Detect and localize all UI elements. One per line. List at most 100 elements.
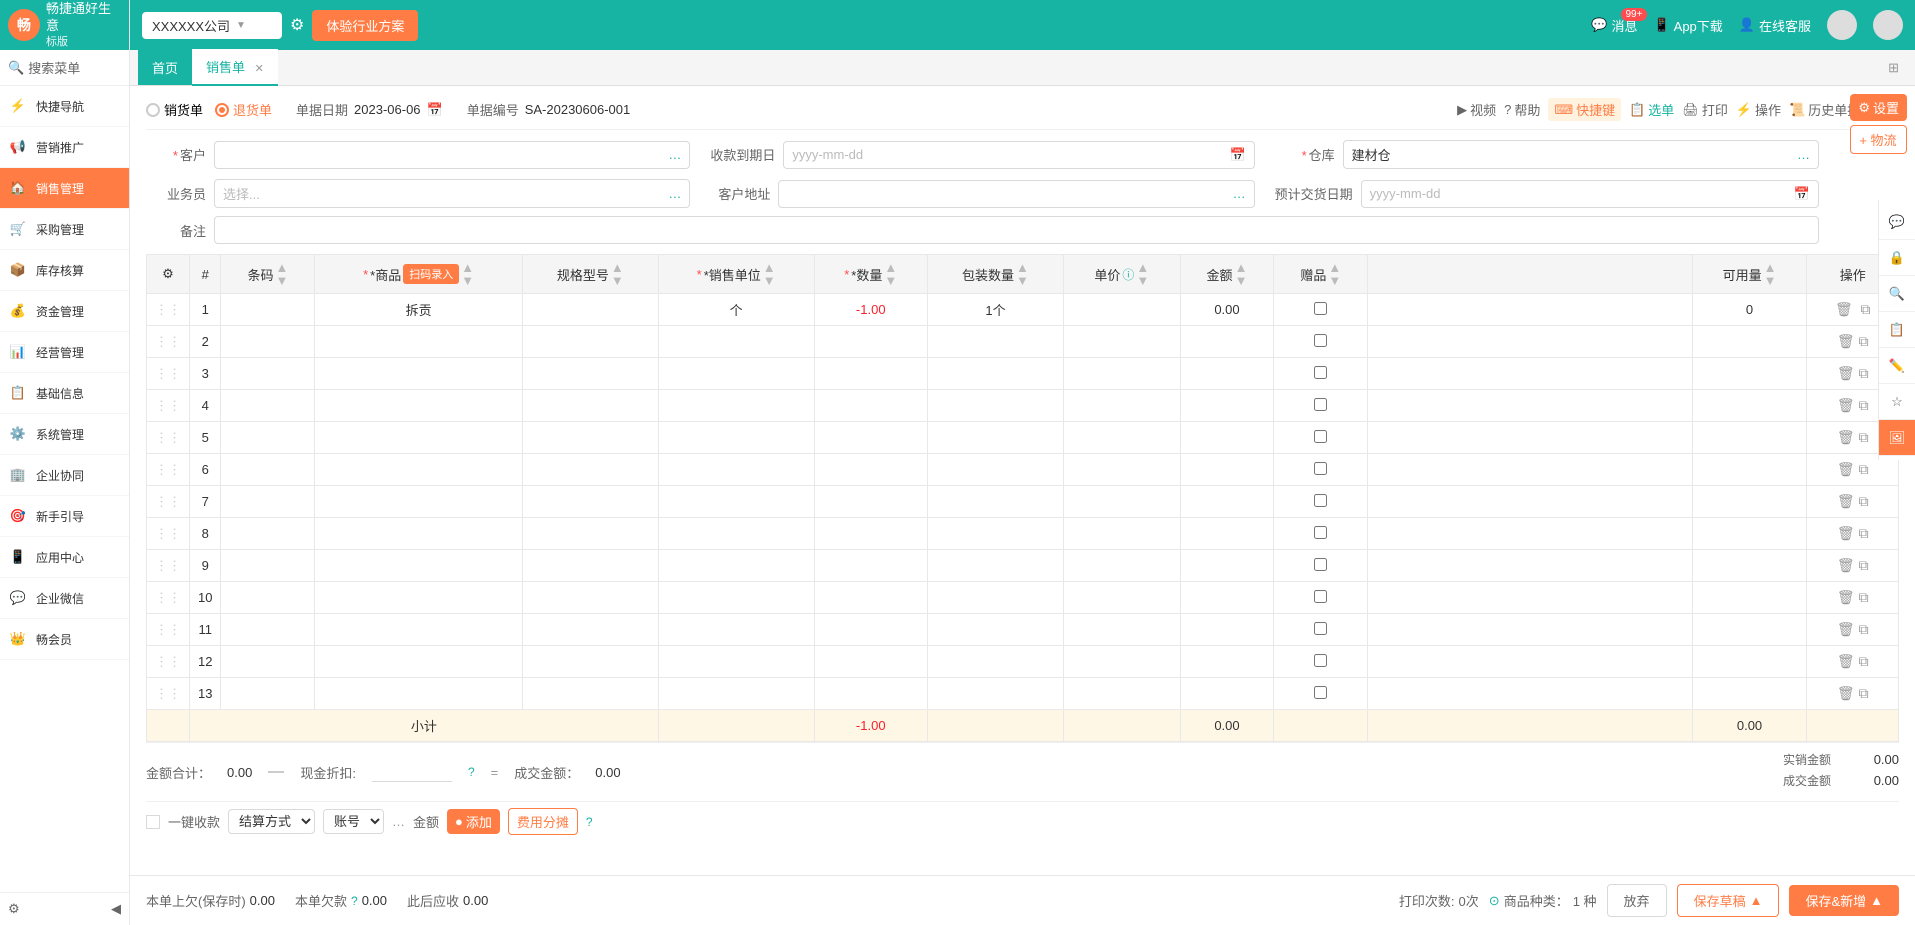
company-selector[interactable]: XXXXXX公司 ▼ (142, 12, 282, 39)
add-payment-button[interactable]: ● 添加 (447, 809, 500, 834)
total-owe-question-icon[interactable]: ? (351, 894, 358, 908)
sidebar-item-base[interactable]: 📋 基础信息 (0, 373, 129, 414)
customer-dots-icon[interactable]: … (668, 147, 681, 162)
customer-addr-input[interactable]: … (778, 180, 1254, 208)
sidebar-item-inventory[interactable]: 📦 库存核算 (0, 250, 129, 291)
save-new-button[interactable]: 保存&新增 ▲ (1789, 885, 1899, 916)
tab-sales-order[interactable]: 销售单 ✕ (192, 49, 278, 86)
sidebar-item-quick-nav[interactable]: ⚡ 快捷导航 (0, 86, 129, 127)
tab-close-icon[interactable]: ✕ (255, 63, 264, 75)
sidebar-item-finance[interactable]: 💰 资金管理 (0, 291, 129, 332)
delete-row-icon[interactable]: 🗑 (1835, 301, 1853, 317)
delete-row-icon[interactable]: 🗑 (1837, 589, 1855, 605)
sidebar-collapse-icon[interactable]: ◀ (111, 901, 121, 917)
delete-row-icon[interactable]: 🗑 (1837, 429, 1855, 445)
expected-date-input[interactable]: yyyy-mm-dd 📅 (1361, 180, 1819, 208)
copy-row-icon[interactable]: ⧉ (1859, 365, 1869, 381)
scan-btn[interactable]: 扫码录入 (403, 264, 459, 284)
sidebar-item-member[interactable]: 👑 畅会员 (0, 619, 129, 660)
col-settings-header[interactable]: ⚙ (147, 255, 190, 294)
account-dots-icon[interactable]: … (392, 814, 405, 829)
sidebar-item-enterprise[interactable]: 🏢 企业协同 (0, 455, 129, 496)
sidebar-item-guide[interactable]: 🎯 新手引导 (0, 496, 129, 537)
copy-row-icon[interactable]: ⧉ (1859, 685, 1869, 701)
sidebar-item-appstore[interactable]: 📱 应用中心 (0, 537, 129, 578)
right-icon-7[interactable]: 🖼 (1879, 420, 1915, 456)
operation-btn[interactable]: ⚡ 操作 (1736, 100, 1781, 119)
copy-row-icon[interactable]: ⧉ (1859, 653, 1869, 669)
row-quantity[interactable]: -1.00 (814, 294, 927, 326)
gift-checkbox[interactable] (1314, 654, 1327, 667)
copy-row-icon[interactable]: ⧉ (1859, 621, 1869, 637)
warehouse-input[interactable]: 建材仓 … (1343, 140, 1819, 169)
copy-row-icon[interactable]: ⧉ (1860, 301, 1870, 317)
delete-row-icon[interactable]: 🗑 (1837, 333, 1855, 349)
gift-checkbox[interactable] (1314, 558, 1327, 571)
row-notes[interactable] (1368, 294, 1692, 326)
row-packqty[interactable]: 1个 (927, 294, 1063, 326)
delete-row-icon[interactable]: 🗑 (1837, 525, 1855, 541)
copy-row-icon[interactable]: ⧉ (1859, 333, 1869, 349)
row-gift[interactable] (1274, 294, 1368, 326)
discard-button[interactable]: 放弃 (1607, 884, 1667, 917)
gift-checkbox[interactable] (1314, 430, 1327, 443)
sidebar-item-operations[interactable]: 📊 经营管理 (0, 332, 129, 373)
salesman-dots-icon[interactable]: … (668, 186, 681, 201)
notes-input[interactable] (214, 216, 1819, 244)
sidebar-settings-icon[interactable]: ⚙ (8, 901, 20, 917)
right-icon-5[interactable]: ✏️ (1879, 348, 1915, 384)
delete-row-icon[interactable]: 🗑 (1837, 397, 1855, 413)
gift-checkbox[interactable] (1314, 366, 1327, 379)
gift-checkbox[interactable] (1314, 334, 1327, 347)
salesman-input[interactable]: 选择... … (214, 179, 690, 208)
row-unitprice[interactable] (1063, 294, 1180, 326)
logistics-btn[interactable]: + 物流 (1850, 125, 1907, 154)
copy-row-icon[interactable]: ⧉ (1859, 461, 1869, 477)
row-drag-handle[interactable]: ⋮⋮ (147, 294, 190, 326)
one-click-collect-checkbox[interactable] (146, 815, 160, 829)
expected-date-calendar-icon[interactable]: 📅 (1794, 186, 1810, 202)
row-spec[interactable] (522, 294, 658, 326)
copy-row-icon[interactable]: ⧉ (1859, 589, 1869, 605)
copy-row-icon[interactable]: ⧉ (1859, 397, 1869, 413)
customer-addr-dots-icon[interactable]: … (1233, 186, 1246, 201)
gift-checkbox[interactable] (1314, 686, 1327, 699)
due-date-input[interactable]: yyyy-mm-dd 📅 (783, 141, 1254, 169)
print-btn[interactable]: 🖨 打印 (1682, 100, 1728, 119)
sidebar-item-purchase[interactable]: 🛒 采购管理 (0, 209, 129, 250)
right-icon-4[interactable]: 📋 (1879, 312, 1915, 348)
search-menu[interactable]: 🔍 搜索菜单 (0, 50, 129, 86)
delete-row-icon[interactable]: 🗑 (1837, 653, 1855, 669)
radio-return-order[interactable]: 退货单 (215, 100, 272, 119)
right-icon-1[interactable]: 💬 (1879, 204, 1915, 240)
cash-discount-input[interactable] (372, 762, 452, 782)
online-service-item[interactable]: 👤 在线客服 (1739, 16, 1811, 35)
tab-expand-icon[interactable]: ⊞ (1880, 60, 1907, 76)
copy-row-icon[interactable]: ⧉ (1859, 525, 1869, 541)
expense-question-icon[interactable]: ? (586, 815, 593, 829)
gift-checkbox[interactable] (1314, 590, 1327, 603)
row-product[interactable]: 拆贡 (315, 294, 523, 326)
gift-checkbox[interactable] (1314, 462, 1327, 475)
pick-btn[interactable]: 📋 选单 (1629, 100, 1674, 119)
topbar-gear-icon[interactable]: ⚙ (290, 15, 304, 35)
sidebar-item-sales[interactable]: 🏠 销售管理 (0, 168, 129, 209)
delete-row-icon[interactable]: 🗑 (1837, 365, 1855, 381)
gift-checkbox[interactable] (1314, 526, 1327, 539)
gift-checkbox[interactable] (1314, 622, 1327, 635)
date-calendar-icon[interactable]: 📅 (427, 102, 443, 118)
copy-row-icon[interactable]: ⧉ (1859, 429, 1869, 445)
right-icon-2[interactable]: 🔒 (1879, 240, 1915, 276)
delete-row-icon[interactable]: 🗑 (1837, 461, 1855, 477)
settings-btn[interactable]: ⚙ 设置 (1850, 94, 1907, 121)
warehouse-dots-icon[interactable]: … (1797, 147, 1810, 162)
account-select[interactable]: 账号 (323, 809, 384, 834)
right-icon-6[interactable]: ☆ (1879, 384, 1915, 420)
radio-sales-order[interactable]: 销货单 (146, 100, 203, 119)
sidebar-item-wechat[interactable]: 💬 企业微信 (0, 578, 129, 619)
row-amount[interactable]: 0.00 (1180, 294, 1274, 326)
message-item[interactable]: 💬 消息 99+ (1591, 16, 1637, 35)
right-icon-3[interactable]: 🔍 (1879, 276, 1915, 312)
help-btn[interactable]: ? 帮助 (1504, 100, 1540, 119)
delete-row-icon[interactable]: 🗑 (1837, 493, 1855, 509)
